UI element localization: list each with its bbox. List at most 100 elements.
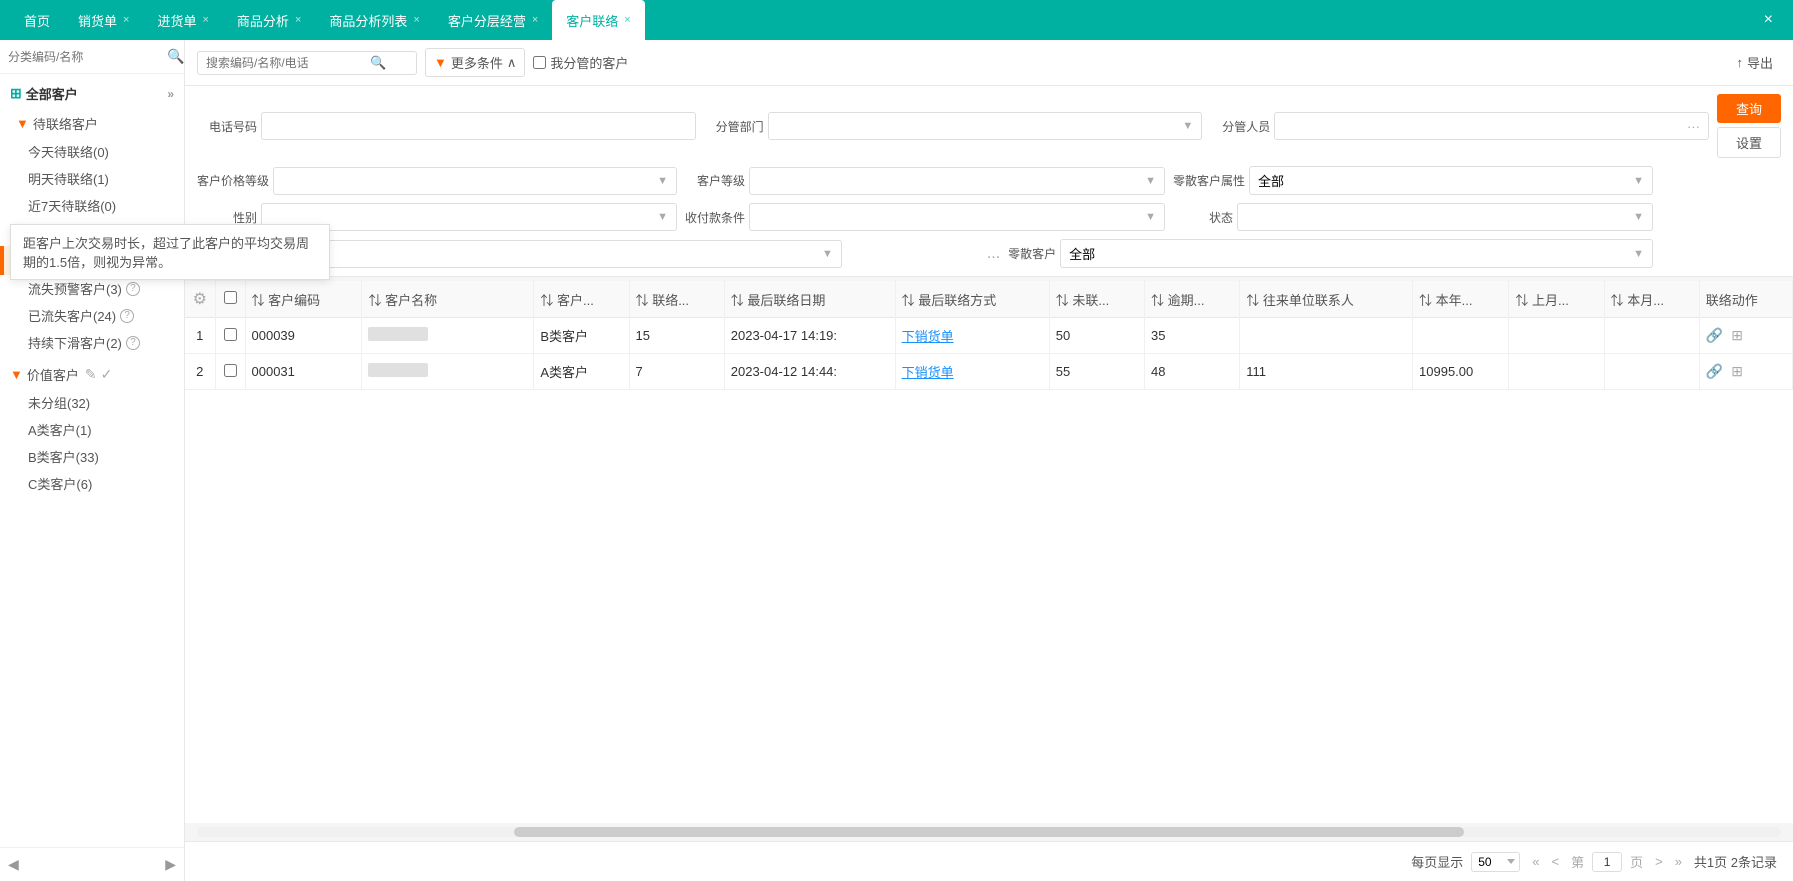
sidebar-all-customers[interactable]: ⊞ 全部客户 » [0,78,184,109]
sidebar-item-declining[interactable]: 持续下滑客户(2) ? [0,329,184,356]
main-search-box: 🔍 [197,51,417,75]
retail-customer-label: 零散客户 [1008,245,1056,262]
content-area: 距客户上次交易时长，超过了此客户的平均交易周期的1.5倍，则视为异常。 🔍 ▼ … [185,40,1793,881]
per-page-select[interactable]: 50 100 200 [1471,852,1520,872]
col-contact-person-sort-icon[interactable]: ⇅ [1246,293,1259,308]
row1-checkbox[interactable] [215,318,245,354]
filter-row-4: 客户类型 ▼ ... 零散客户 全部 ▼ [197,239,1781,268]
price-level-label: 客户价格等级 [197,172,269,189]
row2-select-checkbox[interactable] [224,364,237,377]
select-all-checkbox[interactable] [224,291,237,304]
sidebar-item-7day-pending[interactable]: 近7天待联络(0) [0,192,184,219]
close-customer-segmentation-icon[interactable]: × [532,14,538,26]
close-product-analysis-list-icon[interactable]: × [413,14,419,26]
row2-contact-count: 7 [629,354,724,390]
horizontal-scrollbar[interactable] [197,827,1781,837]
window-close-button[interactable]: × [1754,11,1783,29]
scrollbar-thumb[interactable] [514,827,1464,837]
col-checkbox[interactable] [215,281,245,318]
customer-level-select[interactable]: ▼ [749,167,1165,195]
col-last-contact-method-sort-icon[interactable]: ⇅ [902,293,915,308]
phone-label: 电话号码 [197,118,257,135]
col-overdue-sort-icon[interactable]: ⇅ [1151,293,1164,308]
close-product-analysis-icon[interactable]: × [295,14,301,26]
person-input[interactable]: ··· [1274,112,1709,140]
sidebar-prev-icon[interactable]: ◀ [8,856,19,873]
col-this-year-sort-icon[interactable]: ⇅ [1419,293,1432,308]
payment-select[interactable]: ▼ [749,203,1165,231]
row1-uncontacted: 50 [1049,318,1144,354]
row1-index: 1 [185,318,215,354]
sidebar-pending-group[interactable]: ▼ 待联络客户 [0,109,184,138]
sidebar-search-input[interactable] [8,50,163,64]
col-last-contact-date: ⇅ 最后联络日期 [724,281,895,318]
nav-product-analysis-list[interactable]: 商品分析列表 × [315,0,433,40]
row2-qr-icon[interactable]: ⊞ [1731,363,1743,380]
last-page-button[interactable]: » [1671,852,1686,871]
price-level-select[interactable]: ▼ [273,167,677,195]
sidebar-item-ungrouped[interactable]: 未分组(32) [0,389,184,416]
row2-view-icon[interactable]: 🔗 [1706,363,1723,380]
col-name-sort-icon[interactable]: ⇅ [368,293,381,308]
close-customer-contact-icon[interactable]: × [624,14,630,26]
row1-last-month [1509,318,1604,354]
sidebar-item-a-class[interactable]: A类客户(1) [0,416,184,443]
row1-select-checkbox[interactable] [224,328,237,341]
value-check-icon[interactable]: ✓ [101,366,113,383]
sidebar-item-b-class[interactable]: B类客户(33) [0,443,184,470]
filter-chevron-icon: ∧ [507,55,517,71]
more-filters-button[interactable]: ▼ 更多条件 ∧ [425,48,525,77]
customer-type-select[interactable]: ▼ [261,240,842,268]
close-sales-order-icon[interactable]: × [123,14,129,26]
row1-view-icon[interactable]: 🔗 [1706,327,1723,344]
next-page-button[interactable]: > [1651,852,1667,871]
settings-icon[interactable]: ⚙ [193,291,207,308]
row2-checkbox[interactable] [215,354,245,390]
prev-page-button[interactable]: < [1547,852,1563,871]
tooltip-overlay: 距客户上次交易时长，超过了此客户的平均交易周期的1.5倍，则视为异常。 [185,224,330,280]
col-last-month-sort-icon[interactable]: ⇅ [1515,293,1528,308]
my-customer-checkbox-label[interactable]: 我分管的客户 [533,53,628,72]
first-page-button[interactable]: « [1528,852,1543,871]
col-this-month-sort-icon[interactable]: ⇅ [1611,293,1624,308]
table-row: 1 000039 B类客户 15 2023-04-17 14:19: 下销货单 [185,318,1793,354]
grid-icon: ⊞ [10,85,22,102]
col-code-sort-icon[interactable]: ⇅ [252,293,265,308]
filter-more-dots[interactable]: ... [987,245,1000,263]
export-button[interactable]: ↑ 导出 [1728,49,1781,76]
col-uncontacted-sort-icon[interactable]: ⇅ [1056,293,1069,308]
col-contact-count-sort-icon[interactable]: ⇅ [636,293,649,308]
row2-code: 000031 [245,354,362,390]
sidebar-item-today-pending[interactable]: 今天待联络(0) [0,138,184,165]
status-select[interactable]: ▼ [1237,203,1653,231]
retail-customer-select[interactable]: 全部 ▼ [1060,239,1653,268]
nav-home[interactable]: 首页 [10,0,64,40]
sidebar-item-c-class[interactable]: C类客户(6) [0,470,184,497]
query-button[interactable]: 查询 [1717,94,1781,123]
sidebar-value-group[interactable]: ▼ 价值客户 ✎ ✓ [0,360,184,389]
nav-customer-segmentation[interactable]: 客户分层经营 × [434,0,552,40]
nav-purchase-order[interactable]: 进货单 × [143,0,222,40]
nav-customer-contact[interactable]: 客户联络 × [552,0,644,40]
row1-last-contact-method[interactable]: 下销货单 [895,318,1049,354]
col-level-sort-icon[interactable]: ⇅ [540,293,553,308]
dept-select[interactable]: ▼ [768,112,1203,140]
main-search-input[interactable] [206,56,366,70]
sidebar-next-icon[interactable]: ▶ [165,856,176,873]
page-number-input[interactable] [1592,852,1622,872]
sidebar-collapse-button[interactable]: » [167,87,174,101]
close-purchase-order-icon[interactable]: × [202,14,208,26]
retail-attr-chevron-icon: ▼ [1633,175,1644,187]
nav-sales-order[interactable]: 销货单 × [64,0,143,40]
retail-attr-select[interactable]: 全部 ▼ [1249,166,1653,195]
value-edit-icon[interactable]: ✎ [85,366,97,383]
phone-input[interactable] [261,112,696,140]
setting-button[interactable]: 设置 [1717,127,1781,158]
sidebar-item-tomorrow-pending[interactable]: 明天待联络(1) [0,165,184,192]
nav-product-analysis[interactable]: 商品分析 × [223,0,315,40]
sidebar-item-churned[interactable]: 已流失客户(24) ? [0,302,184,329]
my-customer-checkbox[interactable] [533,56,546,69]
row2-last-contact-method[interactable]: 下销货单 [895,354,1049,390]
col-last-contact-date-sort-icon[interactable]: ⇅ [731,293,744,308]
row1-qr-icon[interactable]: ⊞ [1731,327,1743,344]
